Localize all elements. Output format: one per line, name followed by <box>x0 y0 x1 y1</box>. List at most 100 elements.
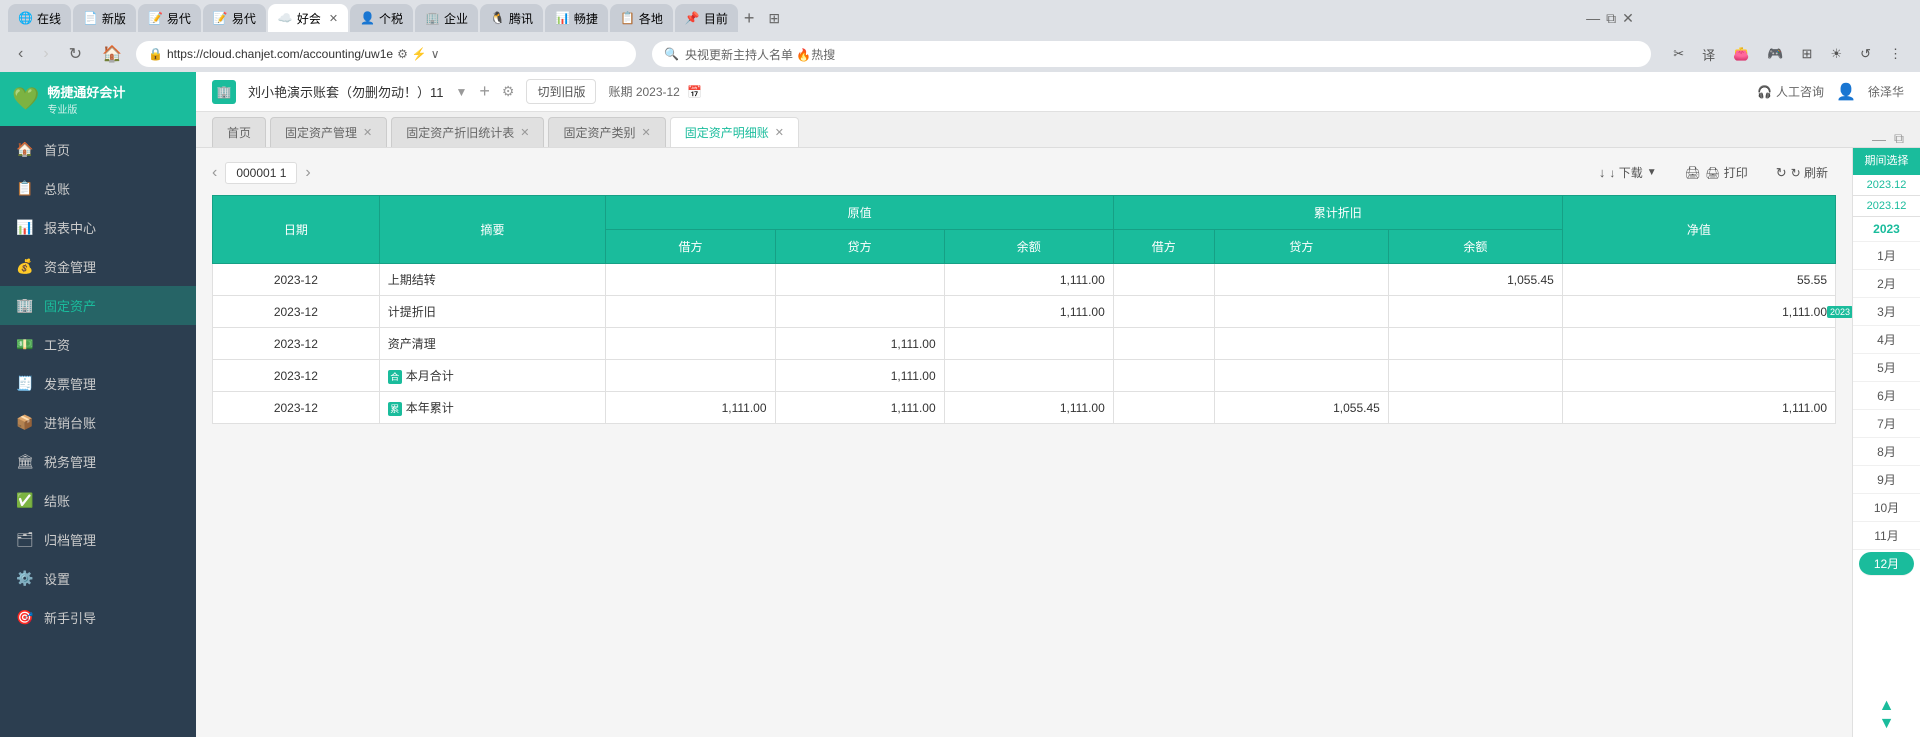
sidebar-item-finance[interactable]: 💰 资金管理 <box>0 247 196 286</box>
period-month-1[interactable]: 1月 <box>1853 242 1920 270</box>
browser-tab-new[interactable]: 📄 新版 <box>73 4 136 32</box>
period-month-3[interactable]: 3月 <box>1853 298 1920 326</box>
wallet-btn[interactable]: 👛 <box>1727 43 1755 65</box>
new-tab-btn[interactable]: + <box>744 8 755 29</box>
sidebar-item-home[interactable]: 🏠 首页 <box>0 130 196 169</box>
refresh-btn[interactable]: ↻ ↻ 刷新 <box>1768 160 1836 185</box>
cell-orig-balance: 1,111.00 <box>944 264 1113 296</box>
home-btn[interactable]: 🏠 <box>96 42 128 66</box>
browser-tab-tencent[interactable]: 🐧 腾讯 <box>480 4 543 32</box>
print-icon: 🖨 <box>1685 165 1702 181</box>
period-month-5[interactable]: 5月 <box>1853 354 1920 382</box>
browser-tab-gedi[interactable]: 📋 各地 <box>610 4 673 32</box>
sidebar-item-archive[interactable]: 🗂 归档管理 <box>0 520 196 559</box>
browser-tab-tax[interactable]: 👤 个税 <box>350 4 413 32</box>
sidebar-item-reports[interactable]: 📊 报表中心 <box>0 208 196 247</box>
cell-dep-balance <box>1388 392 1562 424</box>
next-page-btn[interactable]: › <box>305 164 310 182</box>
cell-orig-debit <box>606 296 775 328</box>
sidebar-item-fixed-assets[interactable]: 🏢 固定资产 <box>0 286 196 325</box>
cut-btn[interactable]: ✂ <box>1667 43 1690 65</box>
close-tab-asset-category[interactable]: ✕ <box>642 126 651 139</box>
game-btn[interactable]: 🎮 <box>1761 43 1789 65</box>
tab-home[interactable]: 首页 <box>212 117 266 147</box>
browser-tab-current[interactable]: 📌 目前 <box>675 4 738 32</box>
switch-version-btn[interactable]: 切到旧版 <box>526 79 596 104</box>
download-btn[interactable]: ↓ ↓ 下载 ▼ <box>1591 160 1665 185</box>
prev-page-btn[interactable]: ‹ <box>212 164 217 182</box>
period-month-6[interactable]: 6月 <box>1853 382 1920 410</box>
logo-sub: 专业版 <box>47 101 125 116</box>
browser-tab-online[interactable]: 🌐 在线 <box>8 4 71 32</box>
more-btn[interactable]: ⋮ <box>1883 43 1908 65</box>
cell-orig-credit: 1,111.00 <box>775 360 944 392</box>
period-month-12[interactable]: 12月 <box>1859 552 1914 576</box>
reload-btn[interactable]: ↻ <box>63 42 88 66</box>
translate-btn[interactable]: 译 <box>1696 42 1721 67</box>
calendar-icon[interactable]: 📅 <box>687 85 702 99</box>
period-start-date[interactable]: 2023.12 <box>1853 175 1920 196</box>
period-selector-header: 期间选择 <box>1853 148 1920 175</box>
sidebar-item-general-ledger[interactable]: 📋 总账 <box>0 169 196 208</box>
sidebar-item-invoice[interactable]: 🧾 发票管理 <box>0 364 196 403</box>
settings-gear-icon[interactable]: ⚙ <box>502 83 515 100</box>
scroll-up-icon[interactable]: ▲ <box>1879 697 1895 715</box>
browser-tab-changjie[interactable]: 📊 畅捷 <box>545 4 608 32</box>
layout-btn[interactable]: ⊞ <box>1796 43 1819 65</box>
browser-tab-yidai1[interactable]: 📝 易代 <box>138 4 201 32</box>
theme-btn[interactable]: ☀ <box>1824 43 1848 65</box>
sidebar-item-purchase-sales[interactable]: 📦 进销台账 <box>0 403 196 442</box>
cell-dep-debit <box>1113 360 1214 392</box>
close-tab-depreciation-stats[interactable]: ✕ <box>520 126 529 139</box>
minimize-window-btn[interactable]: — <box>1586 10 1600 26</box>
sidebar-item-settings[interactable]: ⚙️ 设置 <box>0 559 196 598</box>
add-company-btn[interactable]: + <box>479 81 490 102</box>
tab-asset-category[interactable]: 固定资产类别 ✕ <box>548 117 665 147</box>
sidebar-item-closing[interactable]: ✅ 结账 <box>0 481 196 520</box>
close-tab-accounting[interactable]: ✕ <box>329 12 338 25</box>
search-input[interactable]: 🔍 央视更新主持人名单 🔥热搜 <box>652 41 1651 67</box>
period-month-8[interactable]: 8月 <box>1853 438 1920 466</box>
browser-tab-enterprise[interactable]: 🏢 企业 <box>415 4 478 32</box>
page-tabs: 首页 固定资产管理 ✕ 固定资产折旧统计表 ✕ 固定资产类别 ✕ 固定资产明细账… <box>196 112 1920 148</box>
col-net-value: 净值 <box>1562 196 1835 264</box>
user-name[interactable]: 徐泽华 <box>1868 83 1904 100</box>
collapse-panel-btn[interactable]: — <box>1872 131 1886 147</box>
cell-net-value: 1,111.00 <box>1562 392 1835 424</box>
help-btn[interactable]: 🎧 人工咨询 <box>1757 83 1824 100</box>
sidebar-item-payroll[interactable]: 💵 工资 <box>0 325 196 364</box>
forward-btn[interactable]: › <box>37 43 54 65</box>
back-btn[interactable]: ‹ <box>12 43 29 65</box>
period-month-11[interactable]: 11月 <box>1853 522 1920 550</box>
expand-panel-btn[interactable]: ⧉ <box>1894 130 1904 147</box>
print-btn[interactable]: 🖨 🖨 打印 <box>1677 160 1756 185</box>
period-month-9[interactable]: 9月 <box>1853 466 1920 494</box>
browser-tab-yidai2[interactable]: 📝 易代 <box>203 4 266 32</box>
sidebar-item-tax-mgmt[interactable]: 🏛 税务管理 <box>0 442 196 481</box>
period-end-date[interactable]: 2023.12 <box>1853 196 1920 217</box>
undo-btn[interactable]: ↺ <box>1854 43 1877 65</box>
period-month-7[interactable]: 7月 <box>1853 410 1920 438</box>
restore-window-btn[interactable]: ⧉ <box>1606 10 1616 27</box>
top-right-actions: 🎧 人工咨询 👤 徐泽华 <box>1757 82 1904 102</box>
cell-date: 2023-12 <box>213 392 380 424</box>
scroll-down-icon[interactable]: ▼ <box>1879 715 1895 733</box>
tab-depreciation-stats[interactable]: 固定资产折旧统计表 ✕ <box>391 117 544 147</box>
period-month-10[interactable]: 10月 <box>1853 494 1920 522</box>
cell-orig-credit <box>775 296 944 328</box>
url-input[interactable]: 🔒 https://cloud.chanjet.com/accounting/u… <box>136 41 636 67</box>
close-tab-fixed-asset-mgmt[interactable]: ✕ <box>363 126 372 139</box>
cell-date: 2023-12 <box>213 296 380 328</box>
period-month-2[interactable]: 2月 <box>1853 270 1920 298</box>
dropdown-icon[interactable]: ▼ <box>456 85 468 99</box>
tab-fixed-asset-mgmt[interactable]: 固定资产管理 ✕ <box>270 117 387 147</box>
close-window-btn[interactable]: ✕ <box>1622 10 1634 27</box>
sidebar-item-tutorial[interactable]: 🎯 新手引导 <box>0 598 196 637</box>
browser-tab-accounting[interactable]: ☁️ 好会 ✕ <box>268 4 348 32</box>
period-year-2023[interactable]: 2023 <box>1853 217 1920 242</box>
close-tab-asset-detail-ledger[interactable]: ✕ <box>775 126 784 139</box>
col-dep-debit: 借方 <box>1113 230 1214 264</box>
tab-asset-detail-ledger[interactable]: 固定资产明细账 ✕ <box>670 117 799 147</box>
tab-menu-btn[interactable]: ⊞ <box>768 10 780 27</box>
period-month-4[interactable]: 4月 <box>1853 326 1920 354</box>
